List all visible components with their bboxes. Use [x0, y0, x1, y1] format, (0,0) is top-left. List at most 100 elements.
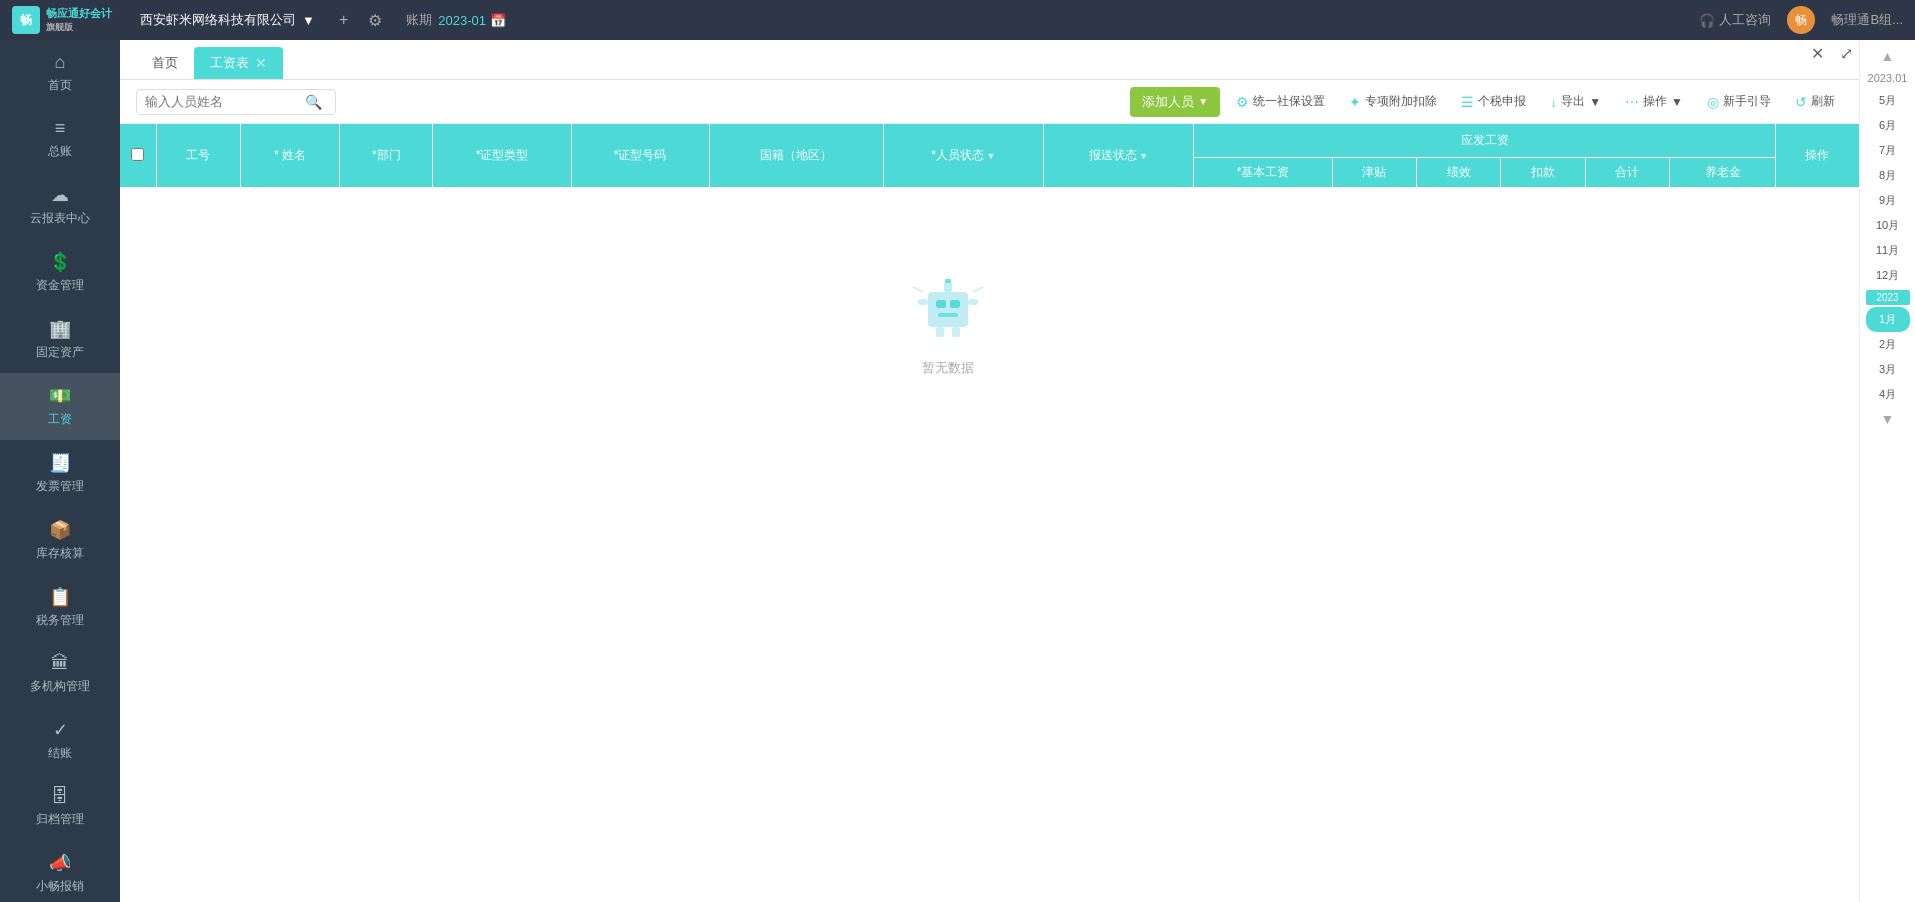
sidebar-label-closing: 结账 [48, 745, 72, 762]
period-value[interactable]: 2023-01 [438, 13, 486, 28]
month-9[interactable]: 9月 [1866, 188, 1910, 213]
company-selector[interactable]: 西安虾米网络科技有限公司 ▼ [132, 7, 323, 33]
expand-panel-button[interactable]: ⤢ [1836, 42, 1857, 65]
operations-button[interactable]: ⋯ 操作 ▼ [1617, 89, 1691, 114]
tab-payroll[interactable]: 工资表 ✕ [194, 47, 283, 79]
th-payable-wages: 应发工资 [1194, 124, 1776, 158]
user-avatar: 畅 [1787, 6, 1815, 34]
sidebar-item-invoice[interactable]: 🧾 发票管理 [0, 440, 120, 507]
app-logo: 畅 畅应通好会计 旗舰版 [12, 6, 132, 34]
month-8[interactable]: 8月 [1866, 163, 1910, 188]
th-performance: 绩效 [1416, 158, 1500, 188]
settings-button[interactable]: ⚙ [364, 7, 386, 34]
month-5[interactable]: 5月 [1866, 88, 1910, 113]
operations-icon: ⋯ [1625, 94, 1639, 110]
sidebar-item-tax[interactable]: 📋 税务管理 [0, 574, 120, 641]
special-deduction-button[interactable]: ✦ 专项附加扣除 [1341, 89, 1445, 114]
toolbar: 🔍 添加人员 ▼ ⚙ 统一社保设置 ✦ 专项附加扣除 ☰ 个税申报 ↓ 导出 [120, 80, 1859, 124]
month-3[interactable]: 3月 [1866, 357, 1910, 382]
th-report-status[interactable]: 报送状态 [1043, 124, 1194, 187]
svg-rect-3 [938, 313, 958, 317]
svg-rect-0 [928, 292, 968, 327]
sidebar-item-cloud-report[interactable]: ☁ 云报表中心 [0, 172, 120, 239]
guide-button[interactable]: ◎ 新手引导 [1699, 89, 1779, 114]
tax-report-button[interactable]: ☰ 个税申报 [1453, 89, 1534, 114]
sidebar-item-inventory[interactable]: 📦 库存核算 [0, 507, 120, 574]
tab-home[interactable]: 首页 [136, 47, 194, 79]
sidebar-item-home[interactable]: ⌂ 首页 [0, 40, 120, 106]
tab-payroll-close[interactable]: ✕ [255, 56, 267, 70]
invoice-icon: 🧾 [49, 452, 71, 474]
month-10[interactable]: 10月 [1866, 213, 1910, 238]
th-employee-id[interactable]: 工号 [156, 124, 240, 187]
th-nationality: 国籍（地区） [709, 124, 883, 187]
th-employee-status[interactable]: *人员状态 [884, 124, 1044, 187]
sidebar-label-multi-org: 多机构管理 [30, 678, 90, 695]
right-date-panel: ▲ 2023.01 5月 6月 7月 8月 9月 10月 11月 12月 202… [1859, 40, 1915, 902]
month-2[interactable]: 2月 [1866, 332, 1910, 357]
export-icon: ↓ [1550, 94, 1557, 110]
month-11[interactable]: 11月 [1866, 238, 1910, 263]
table-container: 工号 * 姓名 *部门 *证型类型 *证型号码 国籍（地区） *人员状态 报送状… [120, 124, 1859, 902]
refresh-button[interactable]: ↺ 刷新 [1787, 89, 1843, 114]
operations-label: 操作 [1643, 93, 1667, 110]
sidebar-item-fixed-assets[interactable]: 🏢 固定资产 [0, 306, 120, 373]
guide-label: 新手引导 [1723, 93, 1771, 110]
add-button[interactable]: + [335, 7, 352, 33]
human-service-label: 人工咨询 [1719, 11, 1771, 29]
svg-line-10 [913, 287, 923, 292]
sidebar-label-fixed-assets: 固定资产 [36, 344, 84, 361]
month-6[interactable]: 6月 [1866, 113, 1910, 138]
svg-line-11 [973, 287, 983, 292]
sidebar-item-multi-org[interactable]: 🏛 多机构管理 [0, 641, 120, 707]
export-chevron: ▼ [1589, 95, 1601, 109]
multi-org-icon: 🏛 [51, 653, 69, 674]
sidebar-label-tax: 税务管理 [36, 612, 84, 629]
th-cert-type: *证型类型 [433, 124, 571, 187]
social-insurance-button[interactable]: ⚙ 统一社保设置 [1228, 89, 1333, 114]
close-panel-button[interactable]: ✕ [1807, 42, 1828, 65]
add-person-label: 添加人员 [1142, 93, 1194, 111]
tax-report-icon: ☰ [1461, 94, 1474, 110]
date-nav-up[interactable]: ▲ [1877, 44, 1899, 68]
th-department: *部门 [340, 124, 433, 187]
month-12[interactable]: 12月 [1866, 263, 1910, 288]
headset-icon: 🎧 [1699, 13, 1715, 28]
calendar-icon[interactable]: 📅 [490, 13, 506, 28]
sidebar-label-inventory: 库存核算 [36, 545, 84, 562]
logo-icon: 畅 [12, 6, 40, 34]
sidebar-item-closing[interactable]: ✓ 结账 [0, 707, 120, 774]
user-name[interactable]: 畅理通B组... [1831, 11, 1903, 29]
svg-rect-7 [968, 299, 978, 305]
select-all-checkbox[interactable] [131, 148, 144, 161]
sidebar-item-expense[interactable]: 📣 小畅报销 [0, 840, 120, 902]
th-base-salary: *基本工资 [1194, 158, 1332, 188]
export-button[interactable]: ↓ 导出 ▼ [1542, 89, 1609, 114]
company-name: 西安虾米网络科技有限公司 [140, 11, 296, 29]
add-person-button[interactable]: 添加人员 ▼ [1130, 87, 1220, 117]
content-area: 首页 工资表 ✕ 🔍 添加人员 ▼ ⚙ 统一社保设置 ✦ [120, 40, 1859, 902]
svg-rect-6 [918, 299, 928, 305]
th-name[interactable]: * 姓名 [240, 124, 339, 187]
month-4[interactable]: 4月 [1866, 382, 1910, 407]
date-nav-down[interactable]: ▼ [1877, 407, 1899, 431]
header-right: 🎧 人工咨询 畅 畅理通B组... [1699, 6, 1903, 34]
expense-icon: 📣 [49, 852, 71, 874]
search-input[interactable] [145, 94, 305, 109]
human-service-button[interactable]: 🎧 人工咨询 [1699, 11, 1771, 29]
th-allowance: 津贴 [1332, 158, 1416, 188]
inventory-icon: 📦 [49, 519, 71, 541]
sidebar-item-funds[interactable]: 💲 资金管理 [0, 239, 120, 306]
year-badge-2023[interactable]: 2023 [1866, 290, 1910, 305]
sidebar-item-archive[interactable]: 🗄 归档管理 [0, 774, 120, 840]
period-label: 账期 [406, 11, 432, 29]
th-checkbox[interactable] [120, 124, 156, 187]
app-edition: 旗舰版 [46, 21, 112, 34]
sidebar-item-ledger[interactable]: ≡ 总账 [0, 106, 120, 172]
guide-toolbar-icon: ◎ [1707, 94, 1719, 110]
month-1[interactable]: 1月 [1866, 307, 1910, 332]
sidebar-label-invoice: 发票管理 [36, 478, 84, 495]
sidebar-item-payroll[interactable]: 💵 工资 [0, 373, 120, 440]
month-7[interactable]: 7月 [1866, 138, 1910, 163]
window-controls: ✕ ⤢ [1807, 42, 1857, 65]
